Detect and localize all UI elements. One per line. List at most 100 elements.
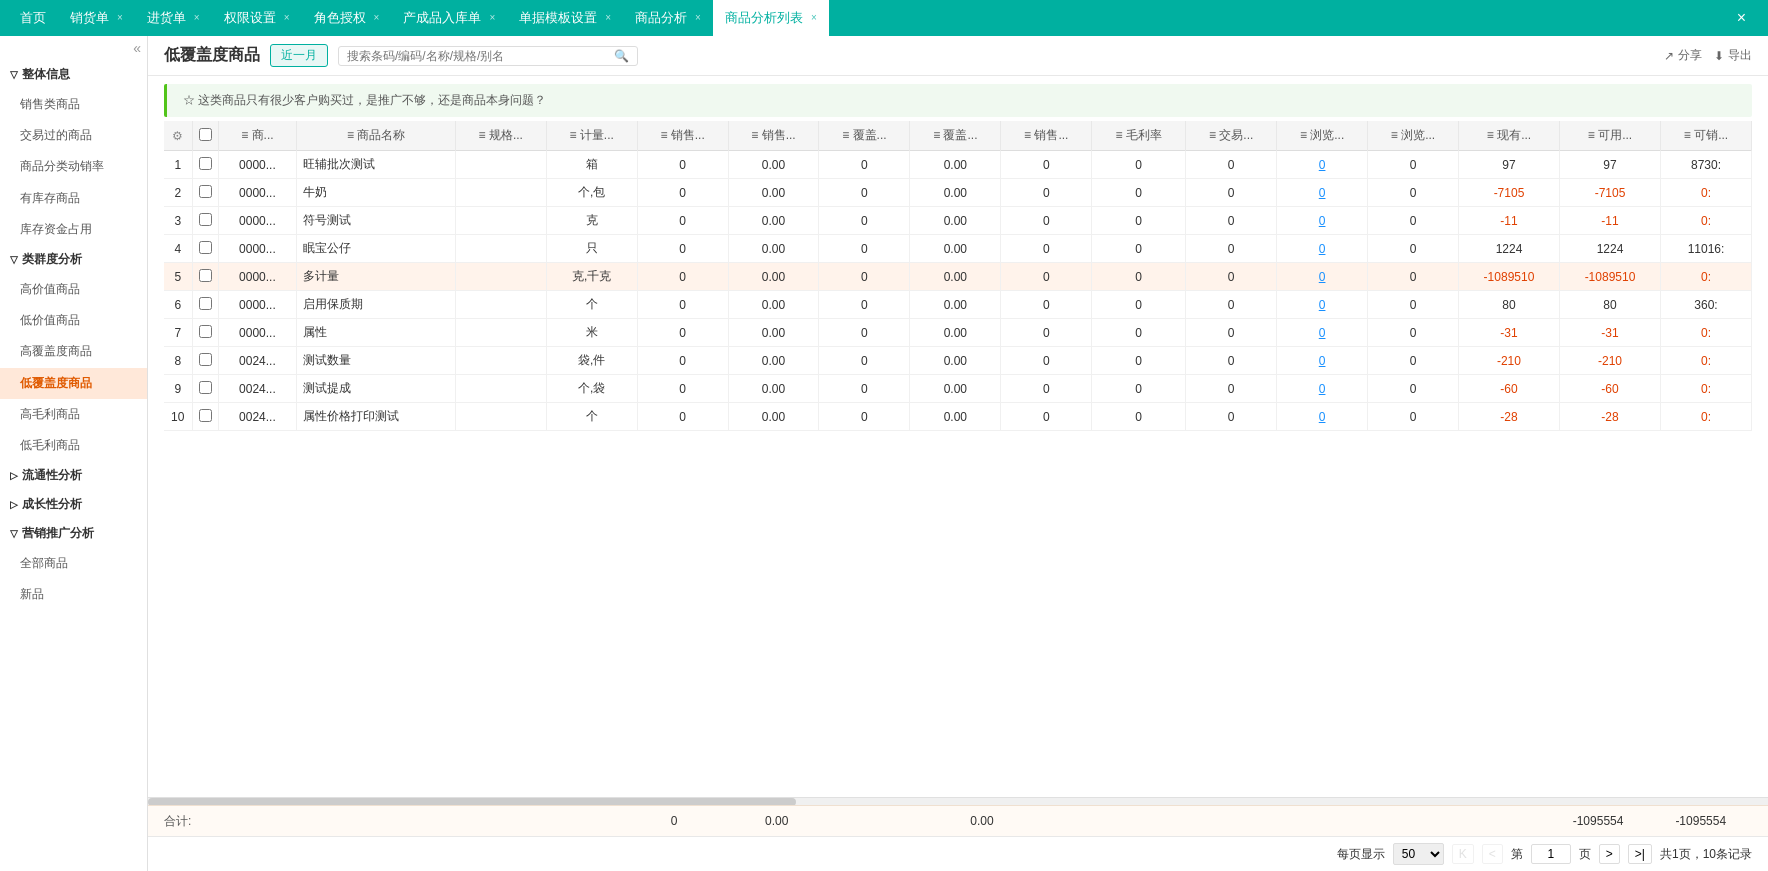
col-header-cover1[interactable]: ≡ 覆盖... bbox=[819, 121, 910, 151]
filter-period-button[interactable]: 近一月 bbox=[270, 44, 328, 67]
nav-product-analysis-list[interactable]: 商品分析列表 × bbox=[713, 0, 829, 36]
row-name: 多计量 bbox=[297, 263, 456, 291]
horizontal-scrollbar[interactable] bbox=[148, 797, 1768, 805]
row-sales3: 0 bbox=[1001, 403, 1092, 431]
nav-home[interactable]: 首页 bbox=[8, 0, 58, 36]
nav-purchase-order[interactable]: 进货单 × bbox=[135, 0, 212, 36]
sidebar-item-low-margin[interactable]: 低毛利商品 bbox=[0, 430, 147, 461]
nav-sales-order[interactable]: 销货单 × bbox=[58, 0, 135, 36]
col-header-trade[interactable]: ≡ 交易... bbox=[1186, 121, 1277, 151]
search-input[interactable] bbox=[347, 49, 610, 63]
row-select-checkbox[interactable] bbox=[199, 269, 212, 282]
nav-role-auth[interactable]: 角色授权 × bbox=[302, 0, 392, 36]
sidebar-item-all-goods[interactable]: 全部商品 bbox=[0, 548, 147, 579]
table-settings-icon[interactable]: ⚙ bbox=[172, 129, 183, 143]
sidebar-section-marketing[interactable]: ▽ 营销推广分析 bbox=[0, 519, 147, 548]
row-checkbox[interactable] bbox=[192, 179, 218, 207]
row-select-checkbox[interactable] bbox=[199, 409, 212, 422]
page-number-input[interactable] bbox=[1531, 844, 1571, 864]
nav-close-icon[interactable]: × bbox=[811, 0, 817, 36]
nav-template-settings[interactable]: 单据模板设置 × bbox=[507, 0, 623, 36]
select-all-checkbox[interactable] bbox=[199, 128, 212, 141]
sidebar-item-high-value[interactable]: 高价值商品 bbox=[0, 274, 147, 305]
sidebar-collapse-button[interactable]: « bbox=[0, 36, 147, 60]
sidebar-item-traded-goods[interactable]: 交易过的商品 bbox=[0, 120, 147, 151]
col-header-sales2[interactable]: ≡ 销售... bbox=[728, 121, 819, 151]
row-select-checkbox[interactable] bbox=[199, 297, 212, 310]
col-header-cover2[interactable]: ≡ 覆盖... bbox=[910, 121, 1001, 151]
row-select-checkbox[interactable] bbox=[199, 381, 212, 394]
sidebar-item-low-value[interactable]: 低价值商品 bbox=[0, 305, 147, 336]
next-page-button[interactable]: > bbox=[1599, 844, 1620, 864]
row-checkbox[interactable] bbox=[192, 375, 218, 403]
row-checkbox[interactable] bbox=[192, 263, 218, 291]
per-page-select[interactable]: 2050100200 bbox=[1393, 843, 1444, 865]
row-checkbox[interactable] bbox=[192, 403, 218, 431]
nav-close-icon[interactable]: × bbox=[117, 0, 123, 36]
row-name: 牛奶 bbox=[297, 179, 456, 207]
row-select-checkbox[interactable] bbox=[199, 325, 212, 338]
row-select-checkbox[interactable] bbox=[199, 353, 212, 366]
nav-close-icon[interactable]: × bbox=[489, 0, 495, 36]
nav-close-icon[interactable]: × bbox=[605, 0, 611, 36]
col-header-unit[interactable]: ≡ 计量... bbox=[546, 121, 637, 151]
nav-close-icon[interactable]: × bbox=[695, 0, 701, 36]
last-page-button[interactable]: >| bbox=[1628, 844, 1652, 864]
col-header-name[interactable]: ≡ 商品名称 bbox=[297, 121, 456, 151]
row-checkbox[interactable] bbox=[192, 235, 218, 263]
sidebar-section-overall[interactable]: ▽ 整体信息 bbox=[0, 60, 147, 89]
nav-permissions[interactable]: 权限设置 × bbox=[212, 0, 302, 36]
col-header-gross-margin[interactable]: ≡ 毛利率 bbox=[1092, 121, 1186, 151]
sidebar-section-liquidity[interactable]: ▷ 流通性分析 bbox=[0, 461, 147, 490]
row-checkbox[interactable] bbox=[192, 151, 218, 179]
row-checkbox[interactable] bbox=[192, 291, 218, 319]
row-select-checkbox[interactable] bbox=[199, 241, 212, 254]
sidebar-item-new-products[interactable]: 新品 bbox=[0, 579, 147, 610]
row-checkbox[interactable] bbox=[192, 207, 218, 235]
settings-col-header[interactable]: ⚙ bbox=[164, 121, 192, 151]
row-gross-margin: 0 bbox=[1092, 403, 1186, 431]
table-wrapper[interactable]: ⚙ ≡ 商... ≡ 商品名称 ≡ 规格... bbox=[148, 121, 1768, 797]
row-select-checkbox[interactable] bbox=[199, 157, 212, 170]
col-header-browse2[interactable]: ≡ 浏览... bbox=[1368, 121, 1459, 151]
sidebar-item-high-coverage[interactable]: 高覆盖度商品 bbox=[0, 336, 147, 367]
sidebar-item-sales-goods[interactable]: 销售类商品 bbox=[0, 89, 147, 120]
first-page-button[interactable]: K bbox=[1452, 844, 1474, 864]
col-header-sales1[interactable]: ≡ 销售... bbox=[637, 121, 728, 151]
nav-close-icon[interactable]: × bbox=[374, 0, 380, 36]
row-checkbox[interactable] bbox=[192, 347, 218, 375]
prev-page-button[interactable]: < bbox=[1482, 844, 1503, 864]
window-close-button[interactable]: × bbox=[1723, 0, 1760, 36]
col-header-code[interactable]: ≡ 商... bbox=[218, 121, 297, 151]
sidebar-section-group-analysis[interactable]: ▽ 类群度分析 bbox=[0, 245, 147, 274]
nav-finished-goods[interactable]: 产成品入库单 × bbox=[391, 0, 507, 36]
col-header-current[interactable]: ≡ 现有... bbox=[1458, 121, 1559, 151]
col-header-saleable[interactable]: ≡ 可销... bbox=[1661, 121, 1752, 151]
col-header-sales3[interactable]: ≡ 销售... bbox=[1001, 121, 1092, 151]
sidebar-item-inventory-capital[interactable]: 库存资金占用 bbox=[0, 214, 147, 245]
share-button[interactable]: ↗ 分享 bbox=[1664, 47, 1702, 64]
sidebar-item-category-turnover[interactable]: 商品分类动销率 bbox=[0, 151, 147, 182]
export-button[interactable]: ⬇ 导出 bbox=[1714, 47, 1752, 64]
sidebar-item-stocked-goods[interactable]: 有库存商品 bbox=[0, 183, 147, 214]
nav-product-analysis[interactable]: 商品分析 × bbox=[623, 0, 713, 36]
nav-close-icon[interactable]: × bbox=[194, 0, 200, 36]
col-header-browse1[interactable]: ≡ 浏览... bbox=[1277, 121, 1368, 151]
sidebar-item-high-margin[interactable]: 高毛利商品 bbox=[0, 399, 147, 430]
nav-close-icon[interactable]: × bbox=[284, 0, 290, 36]
sidebar-section-growth[interactable]: ▷ 成长性分析 bbox=[0, 490, 147, 519]
row-spec bbox=[455, 235, 546, 263]
row-sales3: 0 bbox=[1001, 347, 1092, 375]
row-trade: 0 bbox=[1186, 291, 1277, 319]
row-gross-margin: 0 bbox=[1092, 151, 1186, 179]
row-checkbox[interactable] bbox=[192, 319, 218, 347]
search-icon[interactable]: 🔍 bbox=[614, 49, 629, 63]
col-header-available[interactable]: ≡ 可用... bbox=[1559, 121, 1660, 151]
col-header-spec[interactable]: ≡ 规格... bbox=[455, 121, 546, 151]
checkbox-col-header[interactable] bbox=[192, 121, 218, 151]
row-select-checkbox[interactable] bbox=[199, 185, 212, 198]
row-sales1: 0 bbox=[637, 347, 728, 375]
sidebar-item-low-coverage[interactable]: 低覆盖度商品 bbox=[0, 368, 147, 399]
row-select-checkbox[interactable] bbox=[199, 213, 212, 226]
row-spec bbox=[455, 291, 546, 319]
